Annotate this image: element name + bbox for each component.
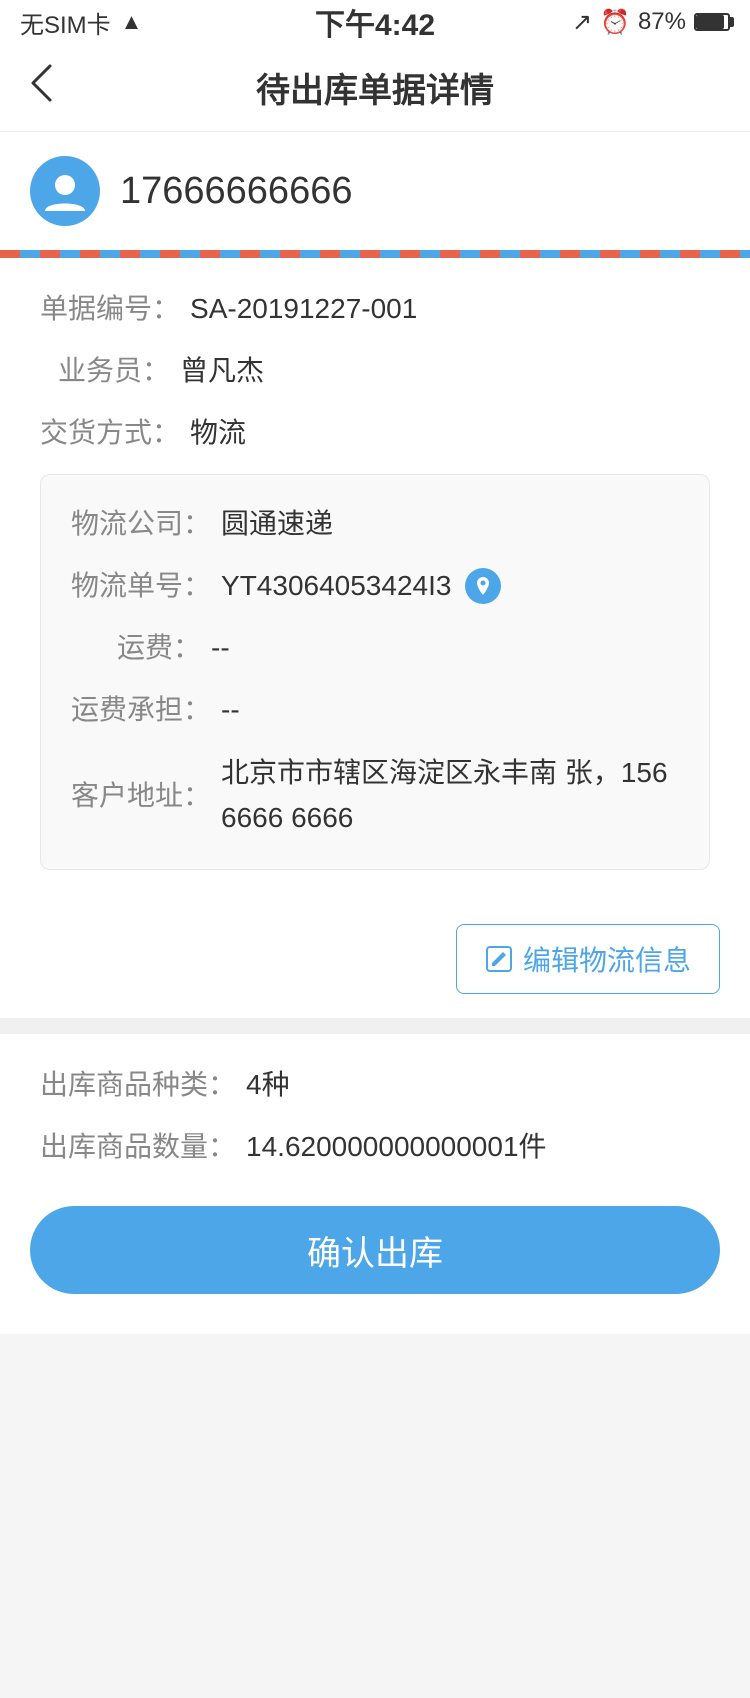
tracking-value: YT43064053424I3 [221,565,679,607]
edit-logistics-row: 编辑物流信息 [0,900,750,1018]
wifi-icon: ▲ [121,9,143,35]
edit-logistics-label: 编辑物流信息 [523,939,691,979]
logistics-company-label: 物流公司： [71,503,221,545]
address-label: 客户地址： [71,775,221,817]
section-separator-1 [0,1018,750,1034]
product-types-row: 出库商品种类： 4种 [40,1064,710,1106]
doc-number-row: 单据编号： SA-20191227-001 [40,288,710,330]
logistics-company-row: 物流公司： 圆通速递 [71,503,679,545]
basic-info-section: 单据编号： SA-20191227-001 业务员： 曾凡杰 交货方式： 物流 … [0,258,750,900]
logistics-card: 物流公司： 圆通速递 物流单号： YT43064053424I3 运费： -- [40,474,710,870]
logistics-company-value: 圆通速递 [221,503,679,545]
address-value: 北京市市辖区海淀区永丰南 张，156 6666 6666 [221,751,679,841]
product-quantity-value: 14.620000000000001件 [246,1126,710,1168]
freight-label: 运费： [71,627,211,669]
confirm-outbound-button[interactable]: 确认出库 [30,1206,720,1294]
carrier-label: 无SIM卡 [20,5,111,40]
page-title: 待出库单据详情 [256,63,494,112]
status-bar: 无SIM卡 ▲ 下午4:42 ↗ ⏰ 87% [0,0,750,44]
sales-person-row: 业务员： 曾凡杰 [40,350,710,392]
battery-bar-icon [694,13,730,31]
freight-row: 运费： -- [71,627,679,669]
freight-bearer-row: 运费承担： -- [71,689,679,731]
empty-area [0,1318,750,1518]
back-button[interactable] [30,64,52,111]
delivery-method-value: 物流 [190,412,710,454]
product-types-value: 4种 [246,1064,710,1106]
dashed-divider [0,250,750,258]
status-time: 下午4:42 [315,0,435,44]
sales-person-label: 业务员： [40,350,180,392]
edit-logistics-button[interactable]: 编辑物流信息 [456,924,720,994]
doc-number-label: 单据编号： [40,288,190,330]
battery-label: 87% [638,8,686,36]
address-row: 客户地址： 北京市市辖区海淀区永丰南 张，156 6666 6666 [71,751,679,841]
avatar [30,156,100,226]
alarm-icon: ⏰ [600,8,630,37]
doc-number-value: SA-20191227-001 [190,288,710,330]
freight-bearer-label: 运费承担： [71,689,221,731]
freight-bearer-value: -- [221,689,679,731]
product-quantity-row: 出库商品数量： 14.620000000000001件 [40,1126,710,1168]
user-phone: 17666666666 [120,170,352,213]
stock-info-section: 出库商品种类： 4种 出库商品数量： 14.620000000000001件 [0,1034,750,1198]
map-pin-icon[interactable] [465,568,501,604]
freight-value: -- [211,627,679,669]
tracking-label: 物流单号： [71,565,221,607]
product-types-label: 出库商品种类： [40,1064,246,1106]
tracking-row: 物流单号： YT43064053424I3 [71,565,679,607]
status-right: ↗ ⏰ 87% [572,8,730,37]
confirm-btn-container: 确认出库 [0,1186,750,1334]
confirm-btn-label: 确认出库 [307,1226,443,1275]
delivery-method-label: 交货方式： [40,412,190,454]
location-status-icon: ↗ [572,8,592,37]
user-card: 17666666666 [0,132,750,250]
nav-bar: 待出库单据详情 [0,44,750,132]
status-left: 无SIM卡 ▲ [20,5,142,40]
sales-person-value: 曾凡杰 [180,350,710,392]
product-quantity-label: 出库商品数量： [40,1126,246,1168]
delivery-method-row: 交货方式： 物流 [40,412,710,454]
